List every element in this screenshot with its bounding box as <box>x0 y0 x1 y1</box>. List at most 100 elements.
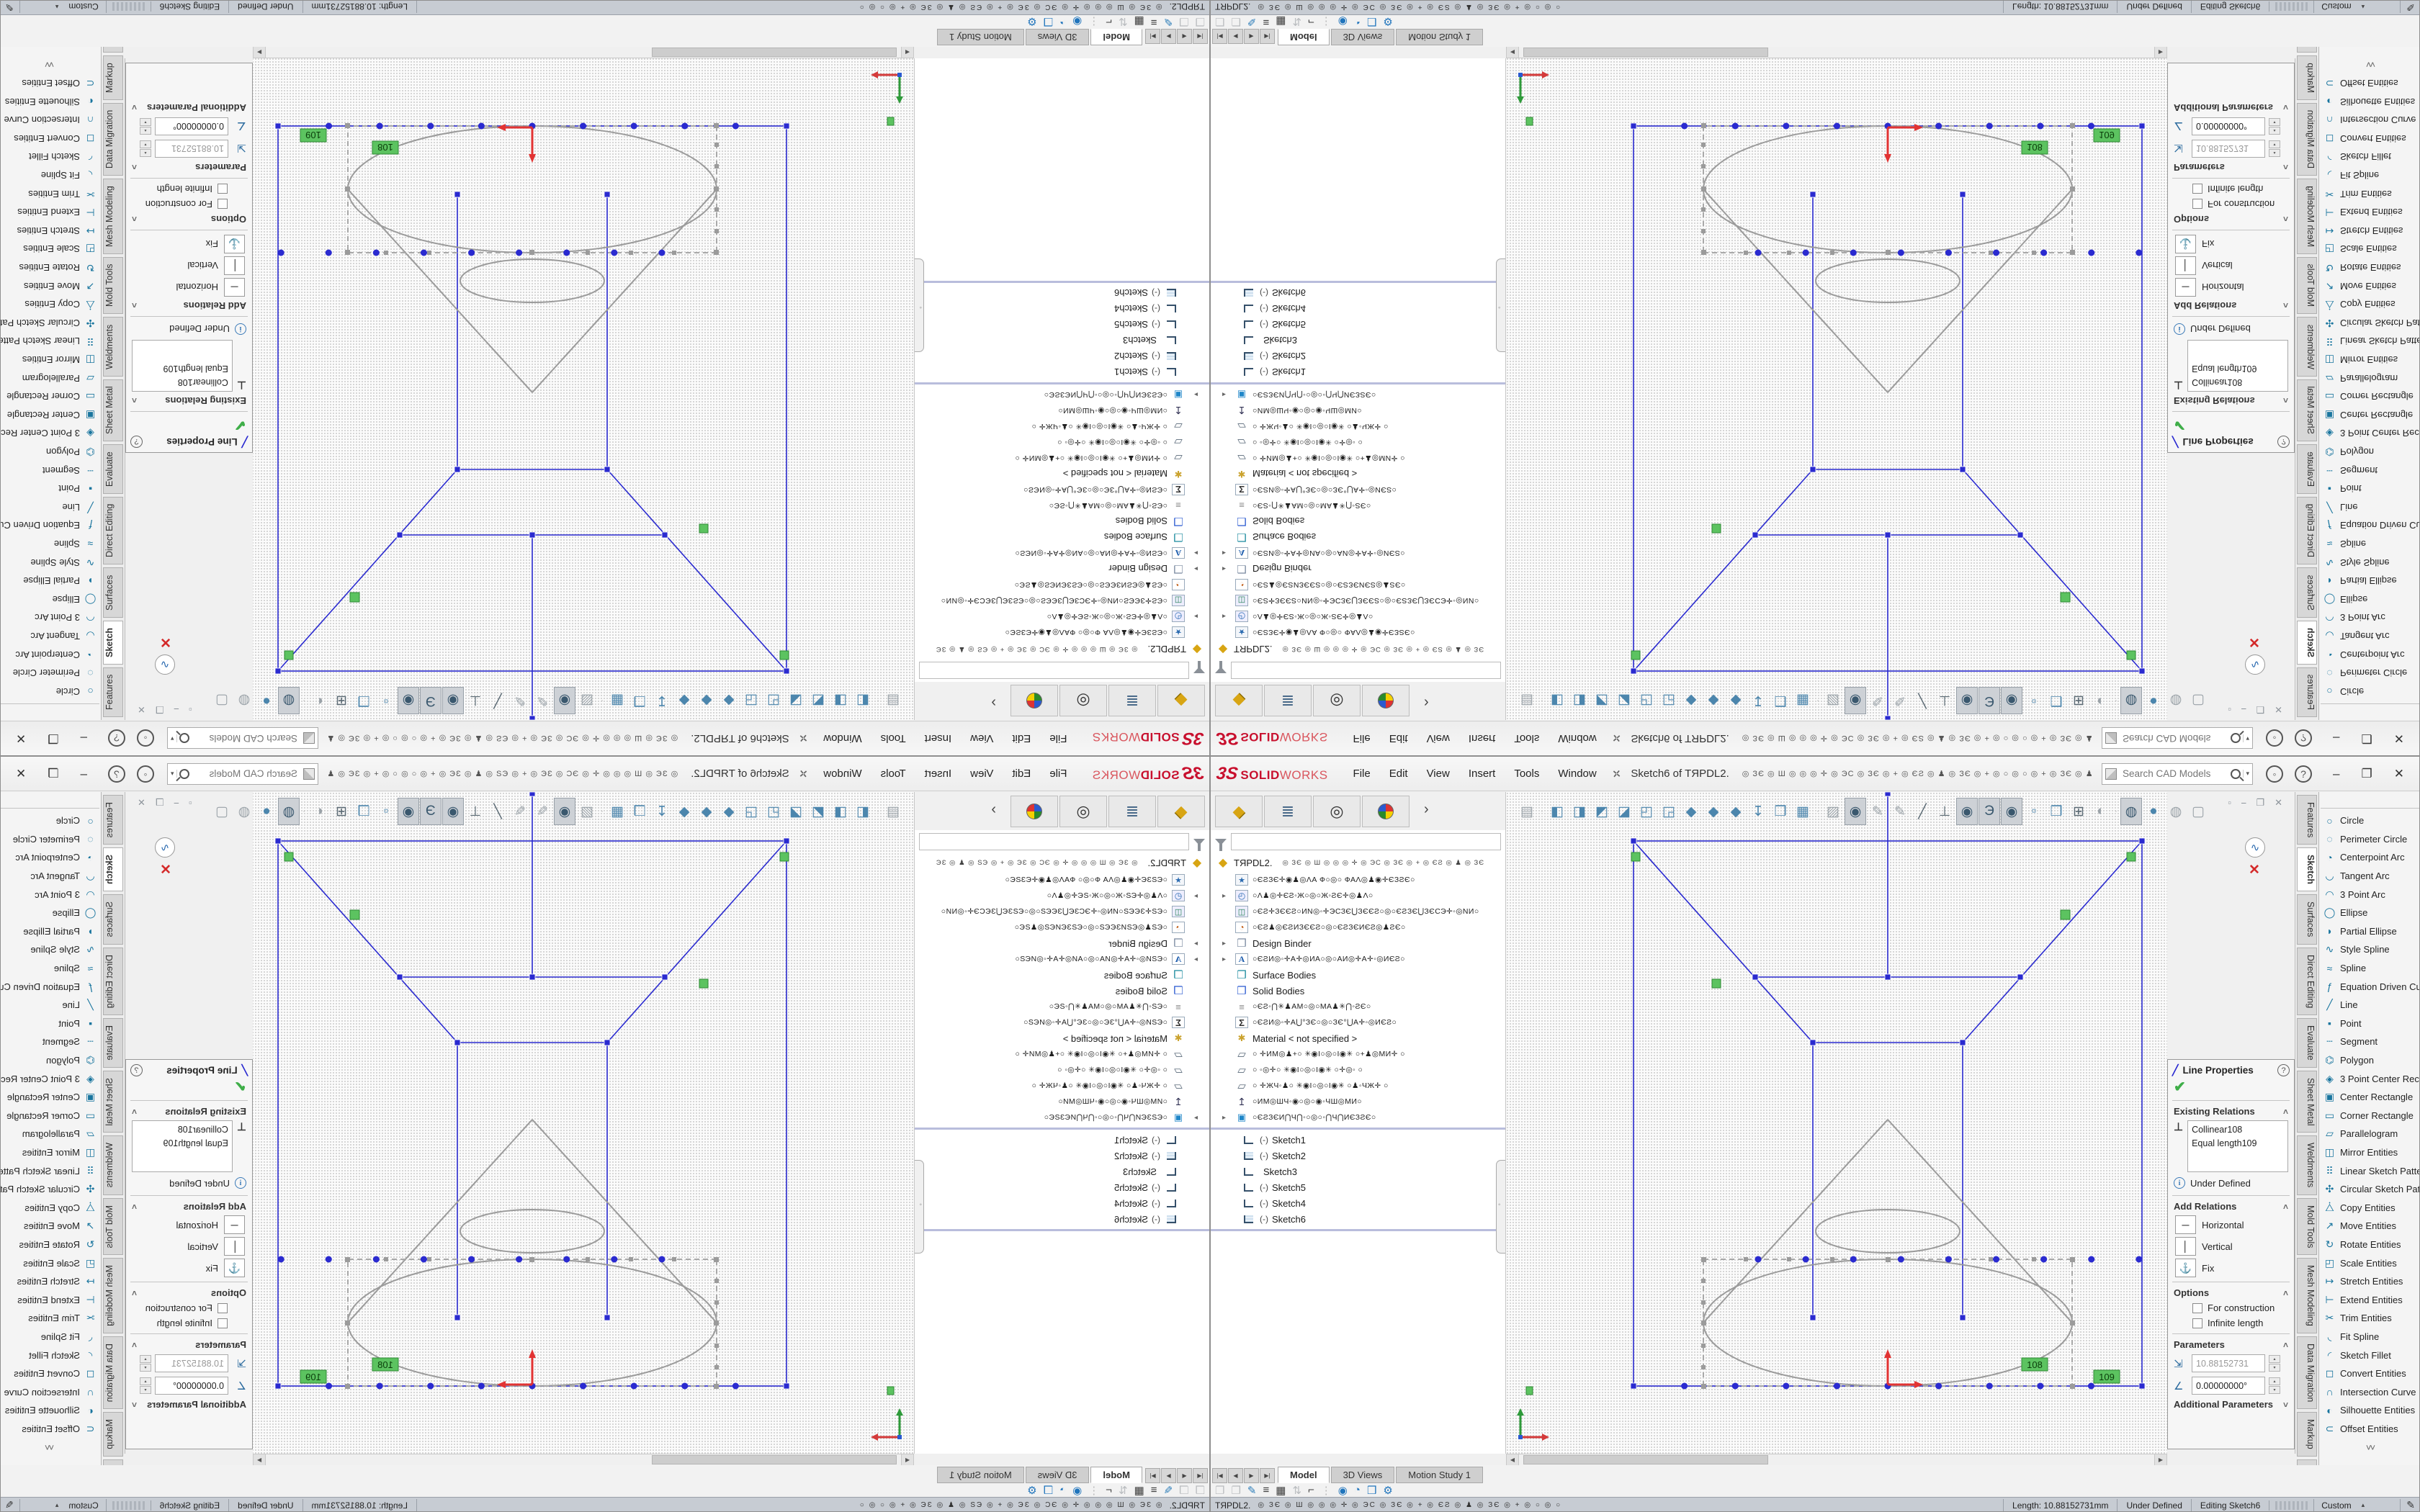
toolbar-icon[interactable]: ❒ <box>353 687 375 714</box>
sketch-tool-button[interactable]: ◠ 3 Point Arc <box>0 885 101 904</box>
length-spinner[interactable]: ▴▾ <box>140 140 151 157</box>
sketch-tool-button[interactable]: ┄ Segment <box>2319 461 2420 480</box>
document-tab[interactable]: Motion Study 1 <box>937 1467 1024 1483</box>
tree-root-item[interactable]: ◆ TЯPDL2. ◎ ЗЄ ◎ Ш ◎ ◎ ◎ ✛ ◎ ЭС ◎ ЗЄ ◎ +… <box>1211 640 1505 659</box>
featuremanager-tab[interactable]: ◎ <box>1059 685 1107 717</box>
scroll-left-icon[interactable]: ◀ <box>901 1454 913 1465</box>
exit-sketch-icon[interactable]: ∿ <box>2245 654 2265 675</box>
doc-window-control-icon[interactable]: ✕ <box>2275 797 2282 809</box>
tree-item[interactable]: ▸ Σ ○ЄƧИ◎◦✛А⋃°ЗЄ○◎○ЗЄ°⋃А✛◦◎ИЄƧ○ <box>1211 482 1505 498</box>
toolbar-icon[interactable]: ❒ <box>2045 687 2067 714</box>
toolbar-icon[interactable]: ◉ <box>1845 798 1866 825</box>
toolbar-icon[interactable]: ▢ <box>2187 798 2209 825</box>
existing-relations-header[interactable]: Existing Relations ˄ <box>2168 1104 2294 1119</box>
sketch-tool-button[interactable]: ≈ Spline <box>0 959 101 978</box>
horizontal-scrollbar[interactable]: ◀ ▶ <box>253 1454 914 1466</box>
sketch-tool-button[interactable]: ◌ Perimeter Circle <box>2319 664 2420 683</box>
horizontal-scrollbar[interactable]: ◀ ▶ <box>1506 46 2167 58</box>
toolbar-icon[interactable]: ▤ <box>882 687 904 714</box>
scrollbar-thumb[interactable] <box>1523 1455 1768 1464</box>
commandmanager-tab[interactable]: Markup <box>2297 1412 2317 1457</box>
sketch-tool-button[interactable]: ▱ Parallelogram <box>0 369 101 387</box>
tab-nav-icon[interactable]: ◀ <box>1177 1468 1192 1483</box>
sketch-tool-button[interactable]: ⠿ Linear Sketch Pattern <box>2319 1161 2420 1180</box>
ink-toolbar-icon[interactable]: ≡ <box>1263 1484 1269 1496</box>
tree-item[interactable]: ▸ ◴ ○Λ♟◎✛ЄƧ◦Ж○◎○Ж◦ƧЄ✛◎♟Λ○ <box>1211 608 1505 624</box>
search-dropdown-icon[interactable]: ▾ <box>2243 734 2250 742</box>
angle-input[interactable] <box>155 1377 228 1395</box>
rollback-bar-end[interactable] <box>915 281 1209 283</box>
tree-item[interactable]: ▸ ↥ ○ИМ◎ШЧ◦◉○◎○◉◦ЧШ◎МИ○ <box>915 1094 1209 1110</box>
ink-toolbar-icon[interactable]: ⚙ <box>1027 1484 1036 1497</box>
sketch-tool-button[interactable]: ◔ Centerpoint Arc <box>2319 848 2420 867</box>
toolbar-icon[interactable]: ◆ <box>718 798 740 825</box>
tree-item[interactable]: ▸ Σ ○ЄƧИ◎◦✛А⋃°ЗЄ○◎○ЗЄ°⋃А✛◦◎ИЄƧ○ <box>915 1014 1209 1030</box>
toolbar-icon[interactable]: ◉ <box>1956 798 1978 825</box>
rollback-bar-end[interactable] <box>1211 1229 1505 1231</box>
scroll-left-icon[interactable]: ◀ <box>1507 47 1519 58</box>
commandmanager-tab[interactable]: Features <box>103 795 123 845</box>
sketch-tool-button[interactable]: ✣ Circular Sketch Pattern <box>0 1180 101 1199</box>
menu-item[interactable]: Window <box>815 765 869 783</box>
minimize-button[interactable]: – <box>2322 764 2350 784</box>
more-tools-icon[interactable]: ˅˅ <box>0 59 101 70</box>
panel-splitter-handle[interactable] <box>915 258 924 352</box>
sketch-tool-button[interactable]: ◠ 3 Point Arc <box>2319 608 2420 627</box>
units-dropdown[interactable]: Custom ▴ <box>20 1499 107 1512</box>
dimension-109[interactable]: 109 <box>305 1372 321 1382</box>
angle-input[interactable] <box>155 117 228 135</box>
tree-item[interactable]: ▸ ◔ ○ЄƧ♟◎ЄƧИЗЄЄƧ○◎○ЄƧЗЄИЄƧ◎♟ƧЄ○ <box>915 919 1209 935</box>
toolbar-icon[interactable]: ◨ <box>1569 798 1590 825</box>
toolbar-icon[interactable]: ◆ <box>696 687 717 714</box>
dimension-109[interactable]: 109 <box>305 130 321 140</box>
panel-help-icon[interactable]: ? <box>2277 1064 2290 1076</box>
rollback-bar-end[interactable] <box>915 1229 1209 1231</box>
relation-button[interactable]: │ <box>224 1237 245 1256</box>
close-button[interactable]: ✕ <box>2383 764 2415 784</box>
horizontal-scrollbar[interactable]: ◀ ▶ <box>253 46 914 58</box>
sketch-canvas[interactable]: 108 109 <box>253 792 914 1454</box>
commandmanager-tab[interactable]: Surfaces <box>103 894 123 944</box>
angle-spinner[interactable]: ▴▾ <box>2269 1377 2280 1394</box>
sketch-tree-item[interactable]: (-) Sketch1 <box>915 1132 1209 1148</box>
sketch-tool-button[interactable]: ┄ Segment <box>0 461 101 480</box>
expand-icon[interactable]: ▸ <box>1222 940 1226 948</box>
tree-item[interactable]: ▸ ▱ ○ ◦◎✛○ ✳◉I○◎○I◉✳ ○✛◎◦ ○ <box>915 434 1209 450</box>
sketch-tool-button[interactable]: ◠ 3 Point Arc <box>2319 885 2420 904</box>
ink-toolbar-icon[interactable]: ◔ <box>1059 1484 1066 1496</box>
relations-listbox[interactable]: Collinear108 Equal length109 <box>132 1120 233 1172</box>
toolbar-icon[interactable]: ◐ <box>308 687 330 714</box>
toolbar-icon[interactable]: · <box>599 687 606 714</box>
tree-item[interactable]: ▸ ❒ Surface Bodies <box>915 967 1209 983</box>
parameters-header[interactable]: Parameters ˄ <box>2168 1337 2294 1352</box>
toolbar-icon[interactable]: ▨ <box>576 687 598 714</box>
toolbar-icon[interactable]: ◨ <box>830 687 851 714</box>
dimension-108[interactable]: 108 <box>2027 1359 2043 1370</box>
commandmanager-tab[interactable]: Mesh Modeling <box>103 179 123 254</box>
toolbar-icon[interactable]: ◪ <box>785 687 807 714</box>
sketch-tool-button[interactable]: ⧊ Copy Entities <box>2319 1198 2420 1217</box>
toolbar-icon[interactable]: ✎ <box>509 798 531 825</box>
filter-icon[interactable] <box>1193 839 1205 845</box>
commandmanager-tab[interactable]: Sketch <box>103 621 123 665</box>
checkbox[interactable] <box>2192 1303 2202 1313</box>
sketch-tool-button[interactable]: ▣ Center Rectangle <box>0 406 101 425</box>
ink-toolbar-icon[interactable]: ◔ <box>1354 1484 1361 1496</box>
tree-item[interactable]: ▸ ↥ ○ИМ◎ШЧ◦◉○◎○◉◦ЧШ◎МИ○ <box>1211 1094 1505 1110</box>
panel-splitter-handle[interactable] <box>1496 258 1505 352</box>
commandmanager-tab[interactable]: Mesh Modeling <box>2297 1258 2317 1333</box>
panel-splitter-handle[interactable] <box>915 1160 924 1254</box>
commandmanager-tab[interactable]: Evaluate <box>103 444 123 494</box>
ink-toolbar-icon[interactable]: ◔ <box>1354 16 1361 28</box>
collapse-icon[interactable]: ˄ <box>132 1288 137 1298</box>
sketch-tool-button[interactable]: ↻ Rotate Entities <box>2319 258 2420 277</box>
menu-item[interactable]: Window <box>1550 765 1604 783</box>
sketch-tree-item[interactable]: (-) Sketch6 <box>1211 285 1505 301</box>
sketch-tool-button[interactable]: ↦ Stretch Entities <box>2319 1272 2420 1291</box>
toolbar-icon[interactable]: ◩ <box>1591 687 1613 714</box>
ink-toolbar-icon[interactable]: ✎ <box>1164 1484 1173 1497</box>
toolbar-icon[interactable]: ◆ <box>696 798 717 825</box>
commandmanager-tab[interactable]: Direct Editing <box>103 497 123 564</box>
toolbar-icon[interactable]: ❒ <box>1770 798 1791 825</box>
sketch-tool-button[interactable]: ◡ Tangent Arc <box>2319 627 2420 646</box>
